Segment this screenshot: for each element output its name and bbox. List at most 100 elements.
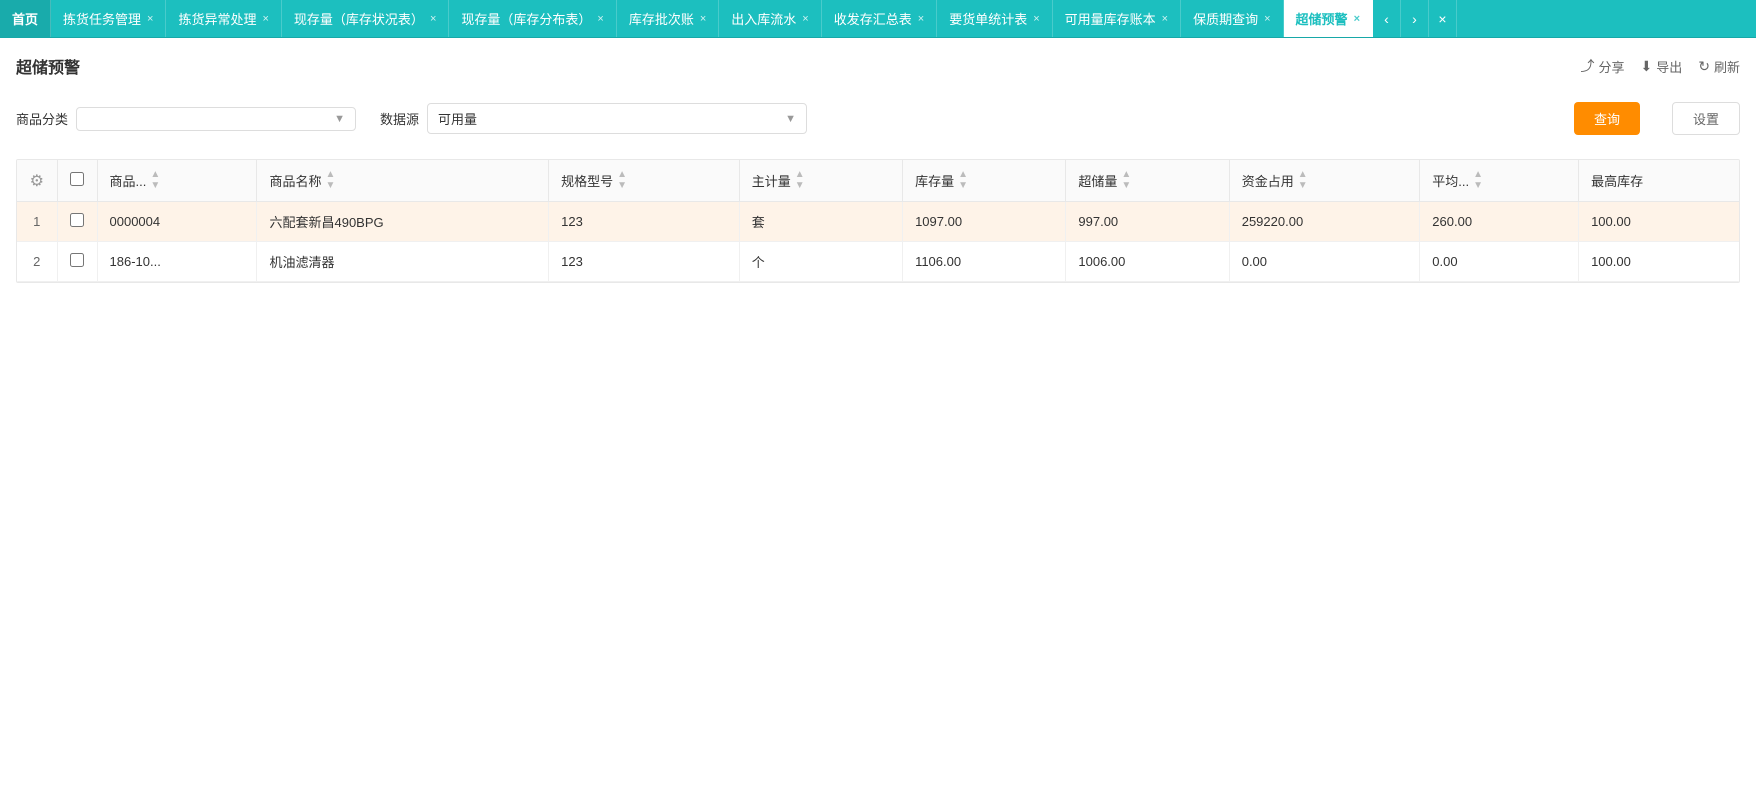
sort-unit-icon[interactable]: ▲▼	[795, 170, 805, 191]
datasource-filter: 数据源 可用量 ▼	[380, 103, 807, 134]
page-title: 超储预警	[16, 54, 80, 78]
refresh-button[interactable]: ↻ 刷新	[1698, 57, 1740, 76]
th-max-stock-label: 最高库存	[1591, 171, 1643, 190]
th-overstock-label: 超储量	[1078, 171, 1117, 190]
nav-tab-available-ledger-close[interactable]: ×	[1162, 13, 1168, 25]
th-inventory-label: 库存量	[915, 171, 954, 190]
refresh-icon: ↻	[1698, 58, 1710, 75]
row-spec-0: 123	[549, 202, 740, 242]
top-nav: 首页 拣货任务管理 × 拣货异常处理 × 现存量（库存状况表） × 现存量（库存…	[0, 0, 1756, 38]
table-row: 1 0000004 六配套新昌490BPG 123 套 1097.00 997.…	[17, 202, 1739, 242]
nav-tab-inout-flow-close[interactable]: ×	[802, 13, 808, 25]
query-button[interactable]: 查询	[1574, 102, 1640, 135]
datasource-filter-label: 数据源	[380, 109, 419, 128]
th-product-code-label: 商品...	[110, 171, 147, 190]
nav-tab-recv-summary-label: 收发存汇总表	[834, 9, 912, 28]
row-max-stock-0: 100.00	[1579, 202, 1739, 242]
row-overstock-1: 1006.00	[1066, 242, 1229, 282]
th-inventory: 库存量 ▲▼	[903, 160, 1066, 202]
nav-tab-order-stats[interactable]: 要货单统计表 ×	[937, 0, 1052, 37]
nav-tab-inventory-dist[interactable]: 现存量（库存分布表） ×	[449, 0, 616, 37]
share-label: 分享	[1598, 57, 1624, 76]
nav-tab-inout-flow-label: 出入库流水	[731, 9, 796, 28]
th-overstock: 超储量 ▲▼	[1066, 160, 1229, 202]
nav-tab-quality-check[interactable]: 保质期查询 ×	[1181, 0, 1283, 37]
page-header: 超储预警 ⤴ 分享 ⬇ 导出 ↻ 刷新	[16, 54, 1740, 78]
header-actions: ⤴ 分享 ⬇ 导出 ↻ 刷新	[1580, 56, 1740, 76]
row-inventory-1: 1106.00	[903, 242, 1066, 282]
th-checkbox	[57, 160, 97, 202]
nav-tab-overstock-warning[interactable]: 超储预警 ×	[1284, 0, 1373, 37]
th-avg: 平均... ▲▼	[1420, 160, 1579, 202]
nav-tab-recv-summary[interactable]: 收发存汇总表 ×	[822, 0, 937, 37]
settings-gear-icon[interactable]: ⚙	[30, 173, 44, 190]
row-product-code-1: 186-10...	[97, 242, 257, 282]
row-capital-0: 259220.00	[1229, 202, 1420, 242]
sort-overstock-icon[interactable]: ▲▼	[1121, 170, 1131, 191]
nav-next-arrow[interactable]: ›	[1401, 0, 1429, 37]
category-select[interactable]: ▼	[76, 107, 356, 131]
settings-button[interactable]: 设置	[1672, 102, 1740, 135]
nav-tab-inventory-status-close[interactable]: ×	[430, 13, 436, 25]
row-num-0: 1	[17, 202, 57, 242]
share-icon: ⤴	[1580, 56, 1594, 76]
row-unit-1: 个	[739, 242, 902, 282]
row-checkbox-0[interactable]	[70, 213, 84, 227]
nav-tab-inout-flow[interactable]: 出入库流水 ×	[719, 0, 821, 37]
nav-prev-arrow[interactable]: ‹	[1373, 0, 1401, 37]
datasource-select[interactable]: 可用量 ▼	[427, 103, 807, 134]
row-inventory-0: 1097.00	[903, 202, 1066, 242]
row-product-code-0: 0000004	[97, 202, 257, 242]
th-product-name: 商品名称 ▲▼	[257, 160, 549, 202]
sort-capital-icon[interactable]: ▲▼	[1298, 170, 1308, 191]
row-avg-1: 0.00	[1420, 242, 1579, 282]
nav-tab-baling-task-close[interactable]: ×	[147, 13, 153, 25]
nav-tab-inventory-dist-close[interactable]: ×	[597, 13, 603, 25]
nav-tab-baling-abnormal[interactable]: 拣货异常处理 ×	[166, 0, 281, 37]
nav-tab-overstock-warning-close[interactable]: ×	[1354, 13, 1360, 25]
select-all-checkbox[interactable]	[70, 172, 84, 186]
nav-tab-quality-check-close[interactable]: ×	[1264, 13, 1270, 25]
datasource-select-value: 可用量	[438, 109, 477, 128]
th-unit-label: 主计量	[752, 171, 791, 190]
th-capital: 资金占用 ▲▼	[1229, 160, 1420, 202]
row-avg-0: 260.00	[1420, 202, 1579, 242]
row-checkbox-1[interactable]	[70, 253, 84, 267]
sort-avg-icon[interactable]: ▲▼	[1473, 170, 1483, 191]
nav-tab-inventory-batch[interactable]: 库存批次账 ×	[617, 0, 719, 37]
nav-home-label: 首页	[12, 9, 38, 28]
sort-product-code-icon[interactable]: ▲▼	[150, 170, 160, 191]
row-spec-1: 123	[549, 242, 740, 282]
row-checkbox-cell-0	[57, 202, 97, 242]
category-filter: 商品分类 ▼	[16, 107, 356, 131]
row-unit-0: 套	[739, 202, 902, 242]
row-capital-1: 0.00	[1229, 242, 1420, 282]
nav-close-arrow[interactable]: ×	[1429, 0, 1457, 37]
nav-tab-order-stats-label: 要货单统计表	[949, 9, 1027, 28]
nav-tab-baling-abnormal-label: 拣货异常处理	[178, 9, 256, 28]
nav-tab-inventory-batch-label: 库存批次账	[629, 9, 694, 28]
nav-tab-inventory-batch-close[interactable]: ×	[700, 13, 706, 25]
nav-tab-baling-task[interactable]: 拣货任务管理 ×	[51, 0, 166, 37]
nav-tab-baling-abnormal-close[interactable]: ×	[262, 13, 268, 25]
data-table: ⚙ 商品... ▲▼ 商品名称 ▲▼	[16, 159, 1740, 283]
export-button[interactable]: ⬇ 导出	[1641, 57, 1683, 76]
sort-spec-icon[interactable]: ▲▼	[617, 170, 627, 191]
category-chevron-icon: ▼	[334, 113, 345, 125]
row-product-name-0: 六配套新昌490BPG	[257, 202, 549, 242]
share-button[interactable]: ⤴ 分享	[1580, 56, 1624, 76]
row-num-1: 2	[17, 242, 57, 282]
row-max-stock-1: 100.00	[1579, 242, 1739, 282]
nav-tab-inventory-status-label: 现存量（库存状况表）	[294, 9, 424, 28]
nav-tab-recv-summary-close[interactable]: ×	[918, 13, 924, 25]
nav-home[interactable]: 首页	[0, 0, 51, 37]
th-avg-label: 平均...	[1432, 171, 1469, 190]
nav-tab-available-ledger[interactable]: 可用量库存账本 ×	[1053, 0, 1181, 37]
page-container: 超储预警 ⤴ 分享 ⬇ 导出 ↻ 刷新 商品分类 ▼ 数据源	[0, 38, 1756, 800]
nav-tab-order-stats-close[interactable]: ×	[1033, 13, 1039, 25]
sort-product-name-icon[interactable]: ▲▼	[326, 170, 336, 191]
filter-row: 商品分类 ▼ 数据源 可用量 ▼ 查询 设置	[16, 94, 1740, 143]
sort-inventory-icon[interactable]: ▲▼	[958, 170, 968, 191]
nav-tab-inventory-status[interactable]: 现存量（库存状况表） ×	[282, 0, 449, 37]
row-overstock-0: 997.00	[1066, 202, 1229, 242]
